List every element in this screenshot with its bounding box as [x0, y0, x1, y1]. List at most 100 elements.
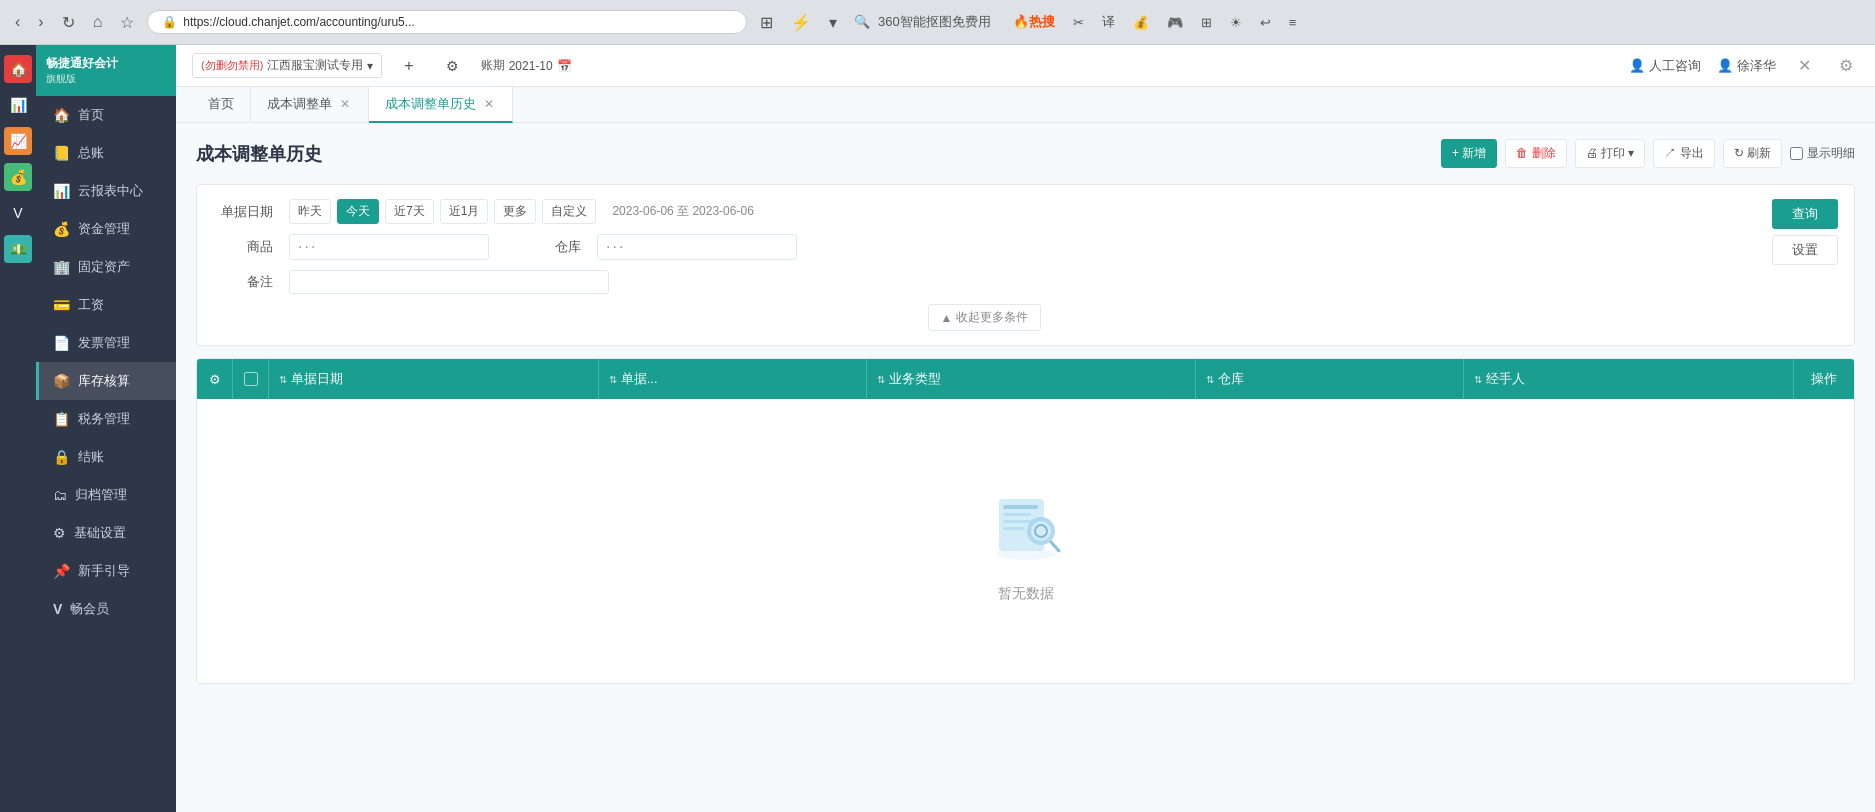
sidebar-item-ledger[interactable]: 📒 总账	[36, 134, 176, 172]
icon-strip-item-4[interactable]: V	[4, 199, 32, 227]
date-btn-7days[interactable]: 近7天	[385, 199, 434, 224]
brightness-btn[interactable]: ☀	[1226, 13, 1246, 32]
th-warehouse[interactable]: ⇅ 仓库	[1196, 359, 1464, 399]
menu-btn[interactable]: ≡	[1285, 13, 1301, 32]
warehouse-selector[interactable]: ···	[597, 234, 797, 260]
company-settings-btn[interactable]: ⚙	[436, 53, 469, 79]
tab-cost-adjust-history-close[interactable]: ✕	[482, 97, 496, 111]
translate-btn[interactable]: 译	[1098, 11, 1119, 33]
sidebar-item-settings[interactable]: ⚙ 基础设置	[36, 514, 176, 552]
sidebar-label-tax: 税务管理	[78, 410, 130, 428]
sidebar-item-guide[interactable]: 📌 新手引导	[36, 552, 176, 590]
close-top-btn[interactable]: ✕	[1792, 54, 1817, 77]
sidebar-label-reports: 云报表中心	[78, 182, 143, 200]
show-columns-label[interactable]: 显示明细	[1790, 145, 1855, 162]
grid-btn[interactable]: ⊞	[1197, 13, 1216, 32]
star-button[interactable]: ☆	[115, 11, 139, 34]
icon-strip-item-5[interactable]: 💵	[4, 235, 32, 263]
sidebar-item-salary[interactable]: 💳 工资	[36, 286, 176, 324]
sidebar-item-reports[interactable]: 📊 云报表中心	[36, 172, 176, 210]
calendar-icon[interactable]: 📅	[557, 59, 572, 73]
sidebar-header[interactable]: 畅捷通好会计 旗舰版	[36, 45, 176, 96]
ledger-icon: 📒	[53, 145, 70, 161]
sidebar-item-assets[interactable]: 🏢 固定资产	[36, 248, 176, 286]
date-btn-group: 昨天 今天 近7天 近1月 更多 自定义	[289, 199, 596, 224]
svg-line-8	[1051, 542, 1059, 551]
warehouse-filter-label: 仓库	[521, 238, 581, 256]
tab-cost-adjust-history[interactable]: 成本调整单历史 ✕	[369, 87, 513, 123]
tab-cost-adjust[interactable]: 成本调整单 ✕	[251, 87, 369, 123]
tab-home[interactable]: 首页	[192, 87, 251, 123]
show-columns-checkbox[interactable]	[1790, 147, 1803, 160]
th-num[interactable]: ⇅ 单据...	[599, 359, 867, 399]
icon-strip-item-0[interactable]: 🏠	[4, 55, 32, 83]
add-company-btn[interactable]: +	[394, 52, 423, 80]
sidebar-item-funds[interactable]: 💰 资金管理	[36, 210, 176, 248]
sidebar-item-invoice[interactable]: 📄 发票管理	[36, 324, 176, 362]
svg-rect-3	[1003, 513, 1031, 516]
sidebar-label-invoice: 发票管理	[78, 334, 130, 352]
date-btn-custom[interactable]: 自定义	[542, 199, 596, 224]
sidebar-label-settings: 基础设置	[74, 524, 126, 542]
page-header: 成本调整单历史 + 新增 🗑 删除 🖨 打印 ▾ ↗ 导出 ↻ 刷新 显示明细	[196, 139, 1855, 168]
sidebar-item-home[interactable]: 🏠 首页	[36, 96, 176, 134]
sidebar-item-inventory[interactable]: 📦 库存核算	[36, 362, 176, 400]
th-settings[interactable]: ⚙	[197, 359, 233, 399]
hot-search[interactable]: 🔥热搜	[1009, 11, 1059, 33]
icon-strip: 🏠 📊 📈 💰 V 💵	[0, 45, 36, 812]
th-type[interactable]: ⇅ 业务类型	[867, 359, 1197, 399]
gamepad-btn[interactable]: 🎮	[1163, 13, 1187, 32]
print-btn[interactable]: 🖨 打印 ▾	[1575, 139, 1646, 168]
home-button[interactable]: ⌂	[88, 11, 108, 33]
filter-right-btns: 查询 设置	[1772, 199, 1838, 265]
user-btn[interactable]: 👤 徐泽华	[1717, 57, 1776, 75]
filter-settings-btn[interactable]: 设置	[1772, 235, 1838, 265]
icon-strip-item-3[interactable]: 💰	[4, 163, 32, 191]
extensions-button[interactable]: ⊞	[755, 11, 778, 34]
settings-top-btn[interactable]: ⚙	[1833, 54, 1859, 77]
sidebar-item-tax[interactable]: 📋 税务管理	[36, 400, 176, 438]
consult-btn[interactable]: 👤 人工咨询	[1629, 57, 1701, 75]
sidebar-label-guide: 新手引导	[78, 562, 130, 580]
goods-selector[interactable]: ···	[289, 234, 489, 260]
export-btn[interactable]: ↗ 导出	[1653, 139, 1714, 168]
svg-rect-5	[1003, 527, 1025, 530]
empty-state-icon	[981, 479, 1071, 569]
scissors-btn[interactable]: ✂	[1069, 13, 1088, 32]
refresh-button[interactable]: ↻	[57, 11, 80, 34]
query-btn[interactable]: 查询	[1772, 199, 1838, 229]
date-btn-1month[interactable]: 近1月	[440, 199, 489, 224]
company-selector[interactable]: (勿删勿禁用) 江西服宝测试专用 ▾	[192, 53, 382, 78]
icon-strip-item-1[interactable]: 📊	[4, 91, 32, 119]
th-person[interactable]: ⇅ 经手人	[1464, 359, 1794, 399]
date-btn-more[interactable]: 更多	[494, 199, 536, 224]
th-date[interactable]: ⇅ 单据日期	[269, 359, 599, 399]
header-checkbox[interactable]	[244, 372, 258, 386]
th-checkbox[interactable]	[233, 359, 269, 399]
date-btn-yesterday[interactable]: 昨天	[289, 199, 331, 224]
delete-btn[interactable]: 🗑 删除	[1505, 139, 1566, 168]
sort-num-icon: ⇅	[609, 374, 617, 385]
sidebar-item-archive[interactable]: 🗂 归档管理	[36, 476, 176, 514]
icon-strip-item-2[interactable]: 📈	[4, 127, 32, 155]
url-bar[interactable]: 🔒 https://cloud.chanjet.com/accounting/u…	[147, 10, 747, 34]
sidebar-item-vip[interactable]: V 畅会员	[36, 590, 176, 628]
tab-cost-adjust-history-label: 成本调整单历史	[385, 95, 476, 113]
lightning-button[interactable]: ⚡	[786, 11, 816, 34]
date-btn-today[interactable]: 今天	[337, 199, 379, 224]
sidebar-item-closing[interactable]: 🔒 结账	[36, 438, 176, 476]
back-button[interactable]: ‹	[10, 11, 25, 33]
new-btn[interactable]: + 新增	[1441, 139, 1497, 168]
forward-button[interactable]: ›	[33, 11, 48, 33]
refresh-btn[interactable]: ↻ 刷新	[1723, 139, 1782, 168]
collapse-btn[interactable]: ▲ 收起更多条件	[928, 304, 1042, 331]
collapse-bar: ▲ 收起更多条件	[213, 304, 1756, 331]
tab-cost-adjust-close[interactable]: ✕	[338, 97, 352, 111]
wallet-btn[interactable]: 💰	[1129, 13, 1153, 32]
dropdown-button[interactable]: ▾	[824, 11, 842, 34]
search-btn[interactable]: 🔍 360智能抠图免费用	[850, 11, 998, 33]
remark-input[interactable]	[289, 270, 609, 294]
sidebar-label-closing: 结账	[78, 448, 104, 466]
sort-warehouse-icon: ⇅	[1206, 374, 1214, 385]
undo-btn[interactable]: ↩	[1256, 13, 1275, 32]
